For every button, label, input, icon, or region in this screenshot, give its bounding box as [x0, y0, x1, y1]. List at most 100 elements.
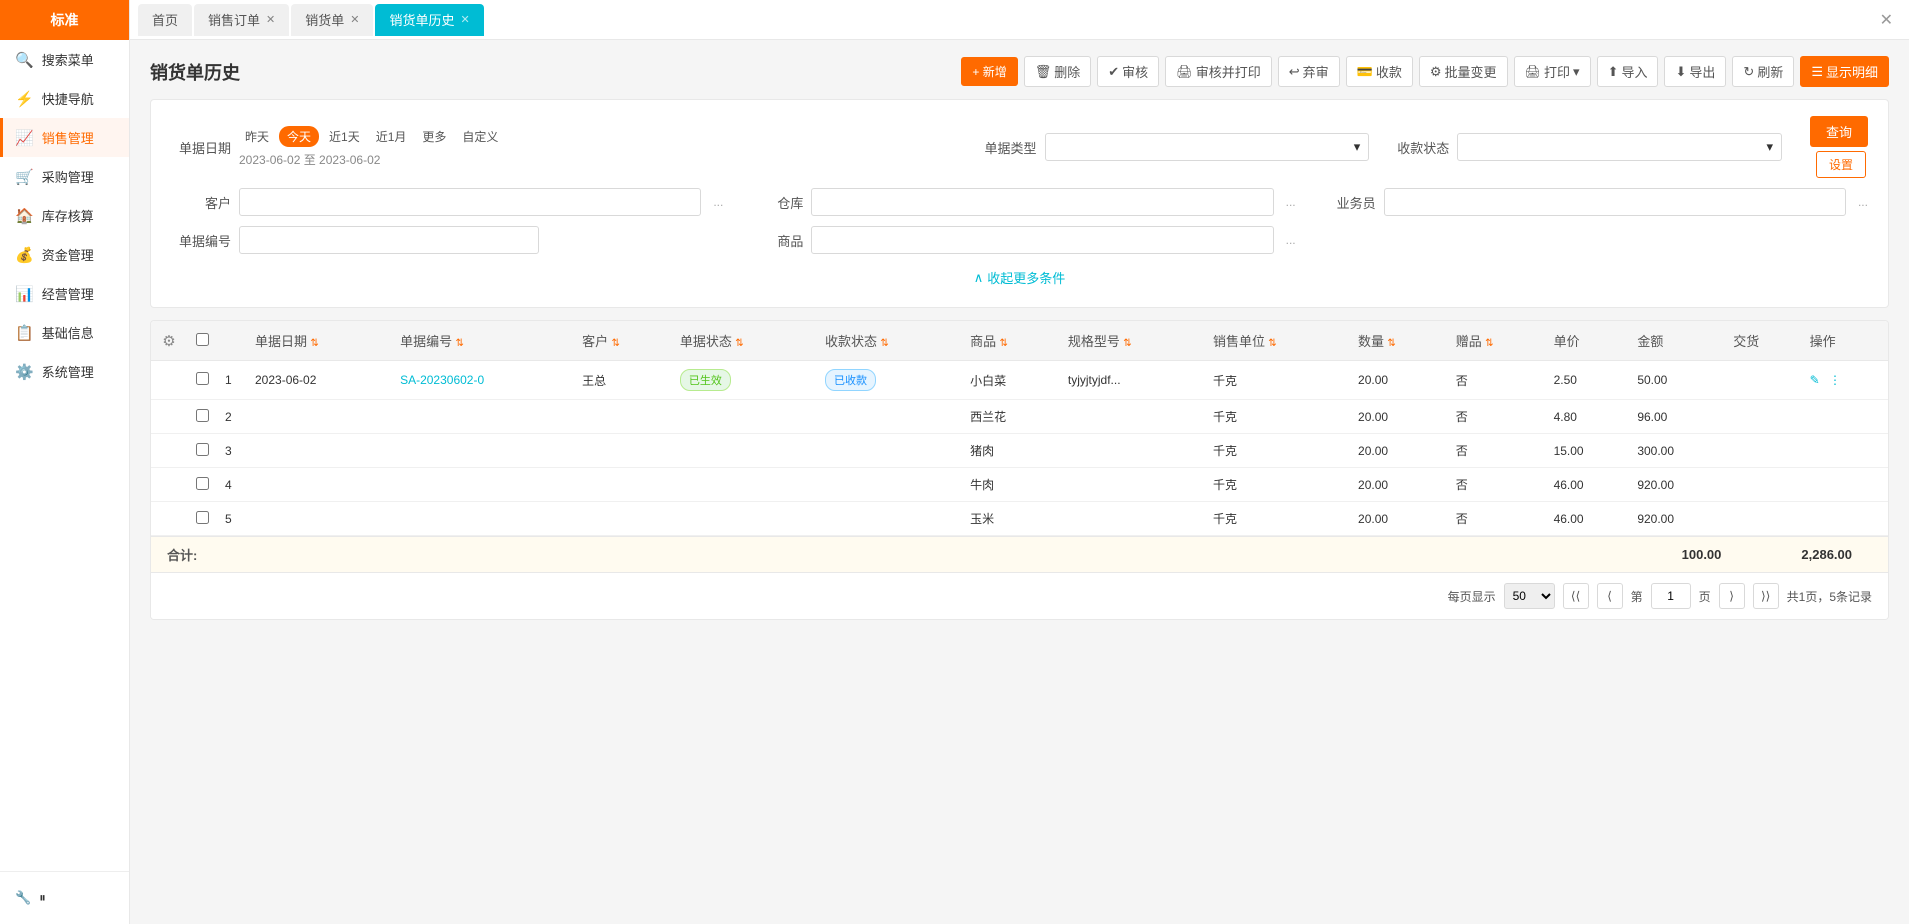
select-all-checkbox[interactable] [196, 333, 209, 346]
col-qty[interactable]: 数量 ⇅ [1350, 321, 1448, 361]
filter-customer-input[interactable] [239, 188, 701, 216]
table-row: 5 玉米 千克 20.00 否 46.00 920.00 [151, 502, 1888, 536]
col-spec[interactable]: 规格型号 ⇅ [1060, 321, 1205, 361]
shortcut-today[interactable]: 今天 [279, 126, 319, 147]
col-docno[interactable]: 单据编号 ⇅ [392, 321, 574, 361]
filter-warehouse-input[interactable] [811, 188, 1273, 216]
per-page-select[interactable]: 50 100 200 [1504, 583, 1555, 609]
more-action[interactable]: ⋮ [1829, 373, 1841, 387]
sidebar-item-inventory[interactable]: 🏠 库存核算 [0, 196, 129, 235]
export-button[interactable]: ⬇ 导出 [1664, 56, 1726, 87]
filter-docno-input[interactable] [239, 226, 539, 254]
shortcut-7days[interactable]: 近1天 [323, 126, 366, 147]
date-range-display: 2023-06-02 至 2023-06-02 [239, 151, 504, 168]
quicknav-icon: ⚡ [15, 90, 34, 108]
print-button[interactable]: 🖨 打印 ▾ [1514, 56, 1591, 87]
row-qty: 20.00 [1350, 400, 1448, 434]
sidebar-item-ops[interactable]: 📊 经营管理 [0, 274, 129, 313]
first-page-btn[interactable]: ⟨⟨ [1563, 583, 1589, 609]
tab-sales-order[interactable]: 销售订单 ✕ [194, 4, 289, 36]
row-docno[interactable] [392, 468, 574, 502]
batch-change-button[interactable]: ⚙ 批量变更 [1419, 56, 1508, 87]
tab-sales-history-close[interactable]: ✕ [461, 13, 470, 26]
row-docno[interactable] [392, 434, 574, 468]
page-input[interactable] [1651, 583, 1691, 609]
shortcut-30days[interactable]: 近1月 [370, 126, 413, 147]
tab-sales-order-close[interactable]: ✕ [266, 13, 275, 26]
qty-sort-icon: ⇅ [1387, 338, 1395, 349]
col-goods[interactable]: 商品 ⇅ [962, 321, 1060, 361]
row-unit: 千克 [1205, 468, 1350, 502]
tab-sales-history[interactable]: 销货单历史 ✕ [375, 4, 483, 36]
sidebar-item-finance[interactable]: 💰 资金管理 [0, 235, 129, 274]
show-detail-button[interactable]: ☰ 显示明细 [1800, 56, 1889, 87]
row-spec: tyjyjtyjdf... [1060, 361, 1205, 400]
filter-salesperson-input[interactable] [1384, 188, 1846, 216]
shortcut-custom[interactable]: 自定义 [456, 126, 504, 147]
refresh-button[interactable]: ↻ 刷新 [1732, 56, 1794, 87]
row-unitprice: 4.80 [1546, 400, 1630, 434]
sidebar-item-search[interactable]: 🔍 搜索菜单 [0, 40, 129, 79]
tab-sales-delivery[interactable]: 销货单 ✕ [291, 4, 373, 36]
table-header-row: ⚙ 单据日期 ⇅ 单据编号 ⇅ [151, 321, 1888, 361]
row-checkbox[interactable] [196, 443, 209, 456]
row-no: 3 [217, 434, 247, 468]
abandon-button[interactable]: ↩ 弃审 [1278, 56, 1340, 87]
new-button[interactable]: + 新增 [961, 57, 1017, 86]
filter-settings-button[interactable]: 设置 [1816, 151, 1866, 178]
filter-row-1: 单据日期 昨天 今天 近1天 近1月 更多 自定义 2023-06-02 至 2… [171, 116, 1868, 178]
shortcut-yesterday[interactable]: 昨天 [239, 126, 275, 147]
col-docstatus-label: 单据状态 [680, 334, 732, 349]
row-checkbox[interactable] [196, 372, 209, 385]
table-body: 1 2023-06-02 SA-20230602-0 王总 已生效 已收款 小白… [151, 361, 1888, 536]
audit-print-button[interactable]: 🖨 审核并打印 [1165, 56, 1272, 87]
filter-row-3: 单据编号 商品 ... [171, 226, 1868, 254]
last-page-btn[interactable]: ⟩⟩ [1753, 583, 1779, 609]
sidebar-item-baseinfo[interactable]: 📋 基础信息 [0, 313, 129, 352]
edit-action[interactable]: ✎ [1810, 373, 1820, 387]
delete-button[interactable]: 🗑 删除 [1024, 56, 1092, 87]
filter-collectstatus-select[interactable]: ▾ [1457, 133, 1782, 161]
collapse-button[interactable]: ∧ 收起更多条件 [171, 264, 1868, 291]
row-docstatus [672, 468, 817, 502]
row-docno[interactable] [392, 502, 574, 536]
collect-button[interactable]: 💳 收款 [1346, 56, 1413, 87]
sidebar-item-purchase[interactable]: 🛒 采购管理 [0, 157, 129, 196]
row-checkbox[interactable] [196, 477, 209, 490]
filter-doctype-select[interactable]: ▾ [1045, 133, 1370, 161]
filter-date-item: 单据日期 昨天 今天 近1天 近1月 更多 自定义 2023-06-02 至 2… [171, 126, 957, 168]
delete-icon: 🗑 [1035, 64, 1052, 80]
close-all-tabs[interactable]: ✕ [1872, 10, 1901, 30]
col-unit[interactable]: 销售单位 ⇅ [1205, 321, 1350, 361]
col-collectstatus[interactable]: 收款状态 ⇅ [817, 321, 962, 361]
tab-sales-delivery-close[interactable]: ✕ [350, 13, 359, 26]
print-icon: 🖨 [1525, 64, 1542, 80]
import-button[interactable]: ⬆ 导入 [1597, 56, 1659, 87]
row-goods: 猪肉 [962, 434, 1060, 468]
shortcut-more[interactable]: 更多 [416, 126, 452, 147]
next-page-btn[interactable]: ⟩ [1719, 583, 1745, 609]
row-checkbox[interactable] [196, 409, 209, 422]
query-button[interactable]: 查询 [1810, 116, 1868, 147]
audit-button[interactable]: ✔ 审核 [1097, 56, 1159, 87]
col-gift[interactable]: 赠品 ⇅ [1448, 321, 1546, 361]
col-docdate[interactable]: 单据日期 ⇅ [247, 321, 392, 361]
filter-goods-input[interactable] [811, 226, 1273, 254]
col-docstatus[interactable]: 单据状态 ⇅ [672, 321, 817, 361]
sidebar-item-sysmgmt[interactable]: ⚙️ 系统管理 [0, 352, 129, 391]
column-settings-icon[interactable]: ⚙ [162, 333, 175, 350]
col-customer[interactable]: 客户 ⇅ [574, 321, 672, 361]
row-docno[interactable]: SA-20230602-0 [392, 361, 574, 400]
sidebar-item-label: 搜索菜单 [42, 50, 94, 69]
row-docno[interactable] [392, 400, 574, 434]
summary-row: 合计: 100.00 2,286.00 [151, 536, 1888, 572]
prev-page-btn[interactable]: ⟨ [1597, 583, 1623, 609]
tab-home[interactable]: 首页 [138, 4, 192, 36]
col-docno-label: 单据编号 [400, 334, 452, 349]
search-icon: 🔍 [15, 51, 34, 69]
col-action-label: 操作 [1810, 334, 1836, 349]
sidebar-settings-btn[interactable]: 🔧 ⏸ [0, 880, 129, 916]
sidebar-item-quicknav[interactable]: ⚡ 快捷导航 [0, 79, 129, 118]
sidebar-item-sales[interactable]: 📈 销售管理 [0, 118, 129, 157]
row-checkbox[interactable] [196, 511, 209, 524]
